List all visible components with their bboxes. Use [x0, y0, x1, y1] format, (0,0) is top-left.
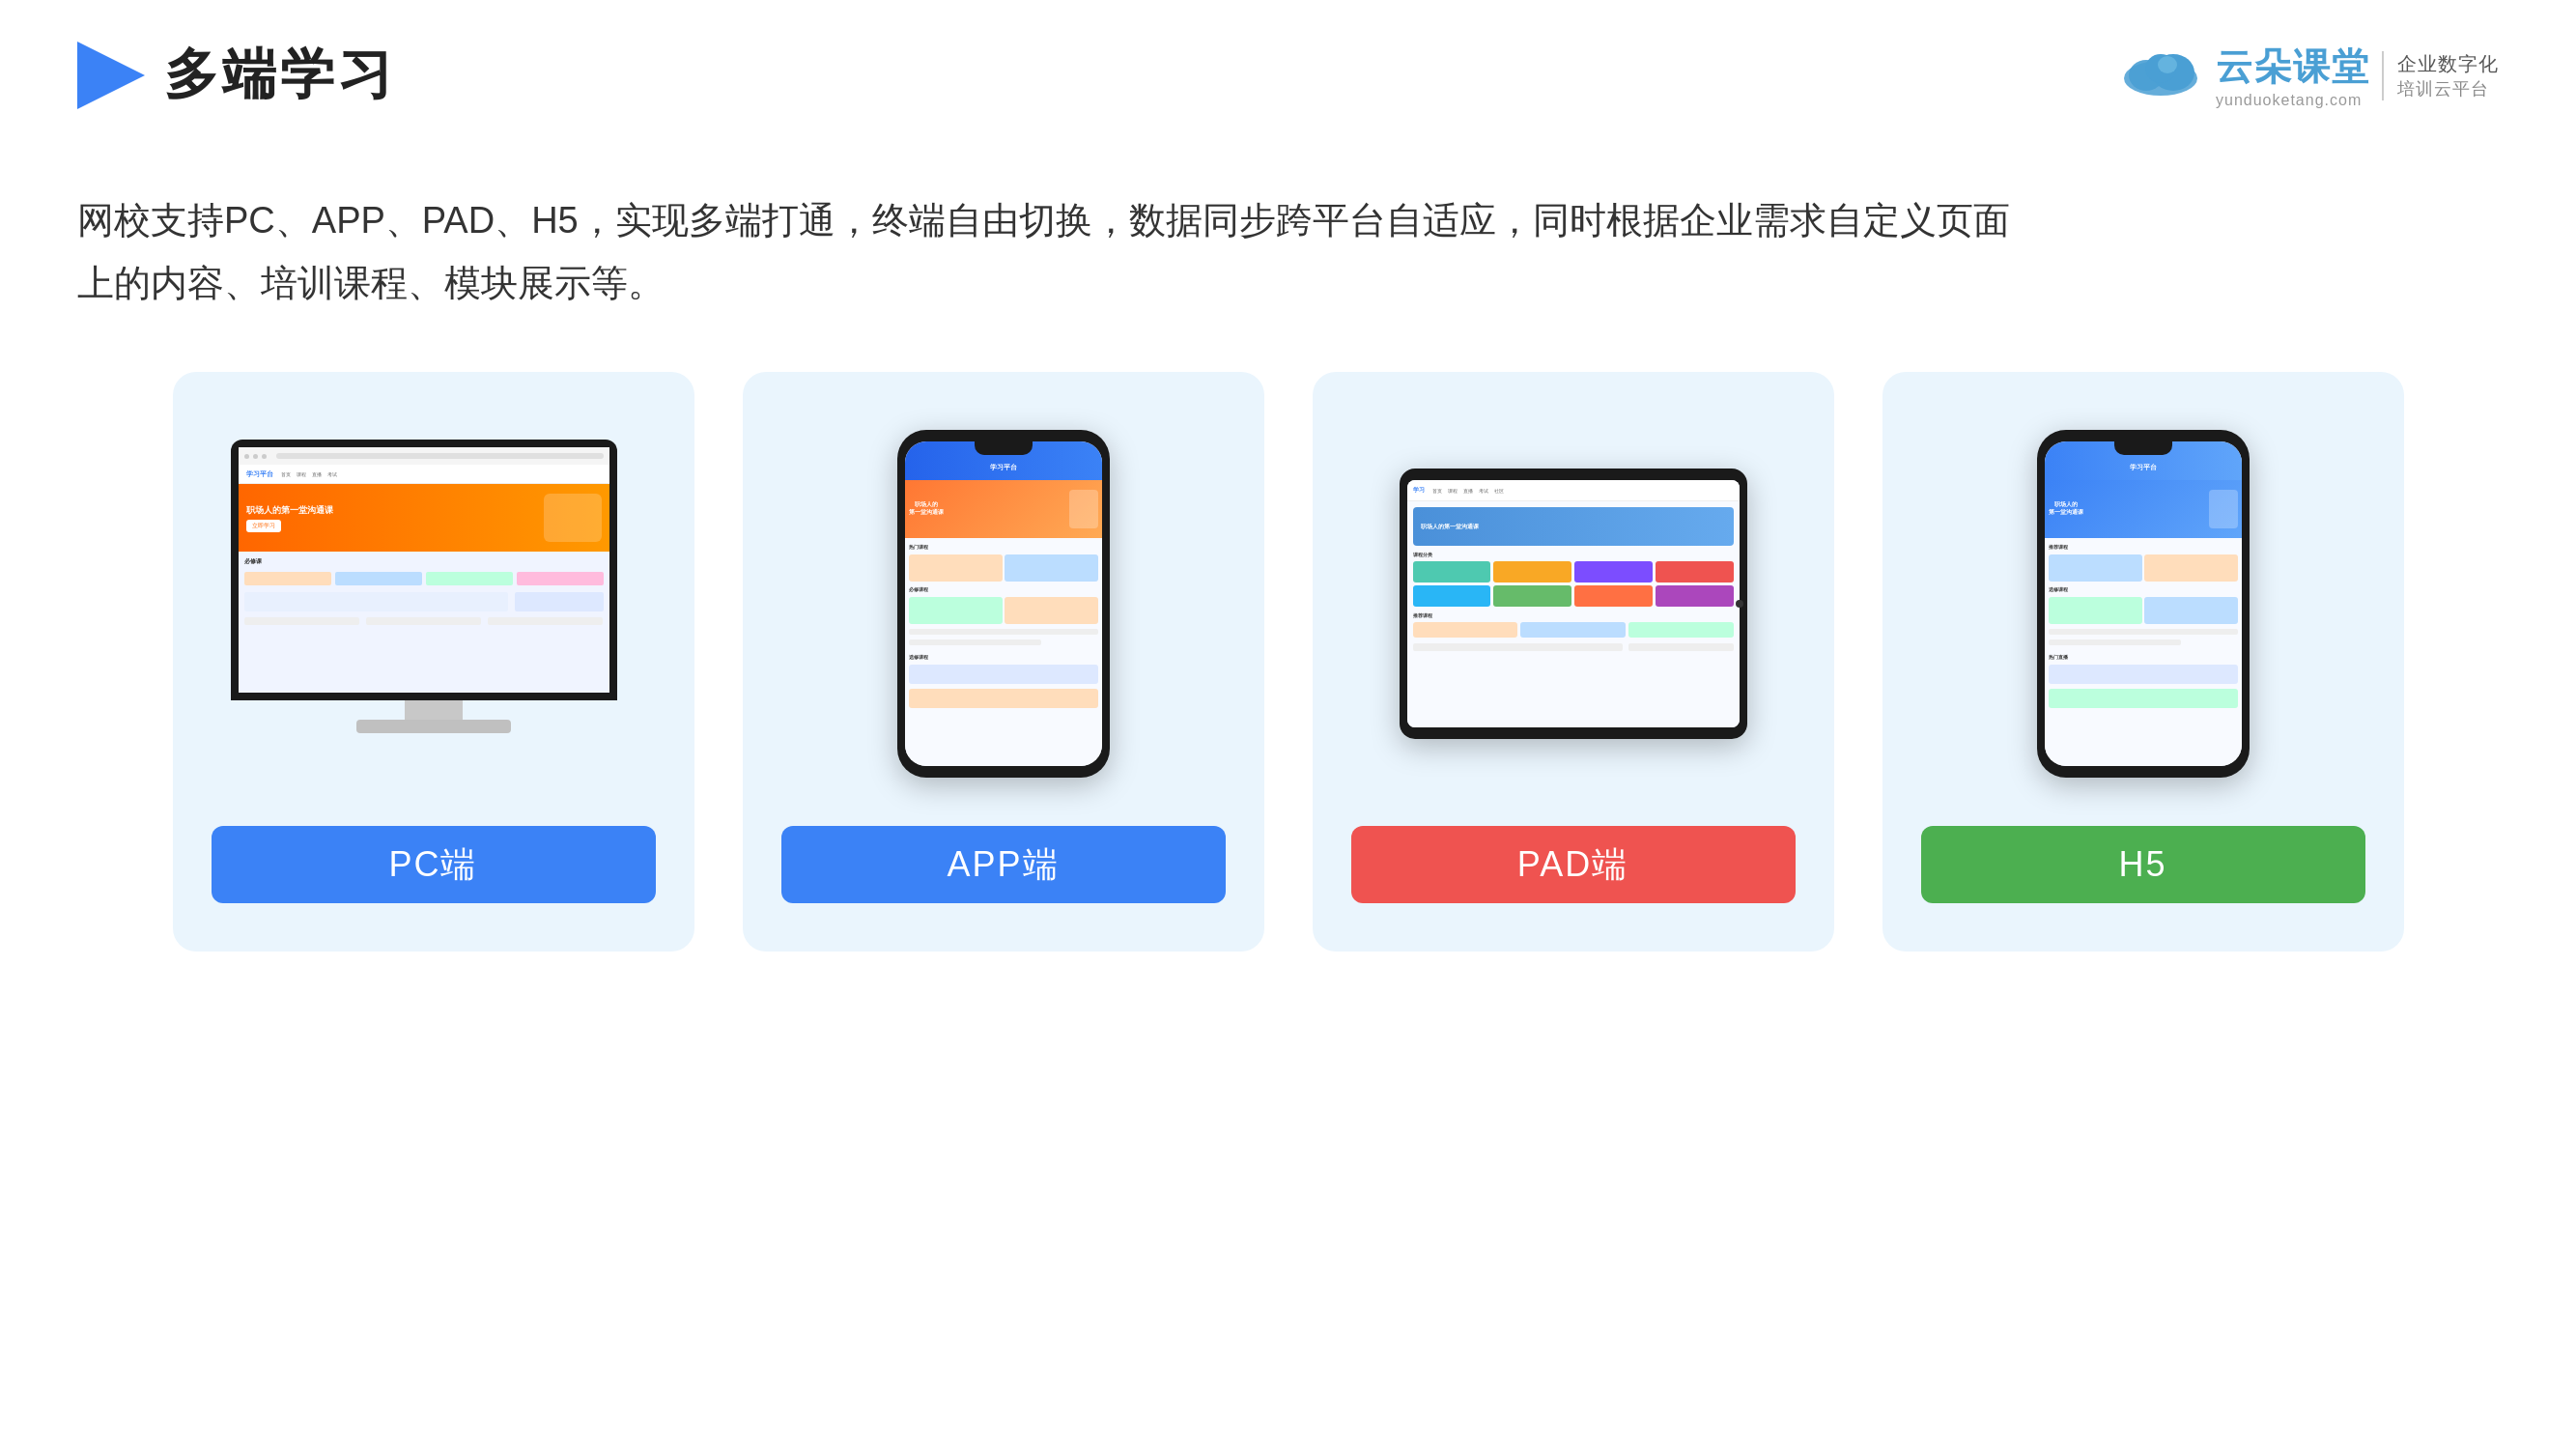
page-title: 多端学习	[164, 39, 396, 112]
header-left: 多端学习	[77, 39, 396, 112]
pad-camera	[1736, 600, 1743, 608]
logo-url: yunduoketang.com	[2216, 92, 2370, 109]
header-right: 云朵课堂 yunduoketang.com 企业数字化 培训云平台	[2117, 42, 2499, 109]
svg-point-5	[2158, 56, 2177, 73]
logo-cloud: 云朵课堂 yunduoketang.com 企业数字化 培训云平台	[2117, 42, 2499, 109]
card-label-app[interactable]: APP端	[781, 826, 1226, 903]
description-block: 网校支持PC、APP、PAD、H5，实现多端打通，终端自由切换，数据同步跨平台自…	[0, 112, 2125, 372]
svg-marker-0	[77, 42, 145, 109]
logo-main-text: 云朵课堂	[2216, 43, 2370, 92]
card-h5: 学习平台 职场人的第一堂沟通课 推荐课程 选修课程	[1882, 372, 2404, 952]
pc-screen-content: 学习平台 首页 课程 直播 考试 职场人的第一堂沟通课	[239, 447, 609, 693]
description-line1: 网校支持PC、APP、PAD、H5，实现多端打通，终端自由切换，数据同步跨平台自…	[77, 189, 2048, 252]
card-app: 学习平台 职场人的第一堂沟通课 热门课程 必修课程	[743, 372, 1264, 952]
pad-mockup: 学习 首页 课程 直播 考试 社区 职场人的第一堂沟通课	[1400, 469, 1747, 739]
card-pc: 学习平台 首页 课程 直播 考试 职场人的第一堂沟通课	[173, 372, 694, 952]
phone-h5-screen: 学习平台 职场人的第一堂沟通课 推荐课程 选修课程	[2045, 441, 2242, 766]
pc-mockup: 学习平台 首页 课程 直播 考试 职场人的第一堂沟通课	[231, 440, 637, 768]
phone-app-screen: 学习平台 职场人的第一堂沟通课 热门课程 必修课程	[905, 441, 1102, 766]
cloud-icon	[2117, 42, 2204, 109]
card-label-h5[interactable]: H5	[1921, 826, 2365, 903]
phone-notch	[975, 441, 1033, 455]
h5-image-area: 学习平台 职场人的第一堂沟通课 推荐课程 选修课程	[1921, 420, 2365, 787]
pad-image-area: 学习 首页 课程 直播 考试 社区 职场人的第一堂沟通课	[1351, 420, 1796, 787]
logo-tag2: 培训云平台	[2397, 77, 2499, 100]
app-image-area: 学习平台 职场人的第一堂沟通课 热门课程 必修课程	[781, 420, 1226, 787]
card-label-pc[interactable]: PC端	[212, 826, 656, 903]
logo-tag1: 企业数字化	[2397, 51, 2499, 77]
card-label-pad[interactable]: PAD端	[1351, 826, 1796, 903]
phone-h5-notch	[2114, 441, 2172, 455]
pc-screen-frame: 学习平台 首页 课程 直播 考试 职场人的第一堂沟通课	[231, 440, 617, 700]
phone-h5-mockup: 学习平台 职场人的第一堂沟通课 推荐课程 选修课程	[2037, 430, 2250, 778]
pad-screen: 学习 首页 课程 直播 考试 社区 职场人的第一堂沟通课	[1407, 480, 1740, 727]
play-icon	[77, 42, 145, 109]
phone-app-mockup: 学习平台 职场人的第一堂沟通课 热门课程 必修课程	[897, 430, 1110, 778]
header: 多端学习 云朵课堂 yunduoketang.com 企业数字化 培训云平台	[0, 0, 2576, 112]
pc-image-area: 学习平台 首页 课程 直播 考试 职场人的第一堂沟通课	[212, 420, 656, 787]
card-pad: 学习 首页 课程 直播 考试 社区 职场人的第一堂沟通课	[1313, 372, 1834, 952]
logo-text-group: 云朵课堂 yunduoketang.com	[2216, 43, 2370, 109]
logo-sub: 企业数字化 培训云平台	[2382, 51, 2499, 100]
description-line2: 上的内容、培训课程、模块展示等。	[77, 252, 2048, 315]
cards-container: 学习平台 首页 课程 直播 考试 职场人的第一堂沟通课	[0, 372, 2576, 952]
